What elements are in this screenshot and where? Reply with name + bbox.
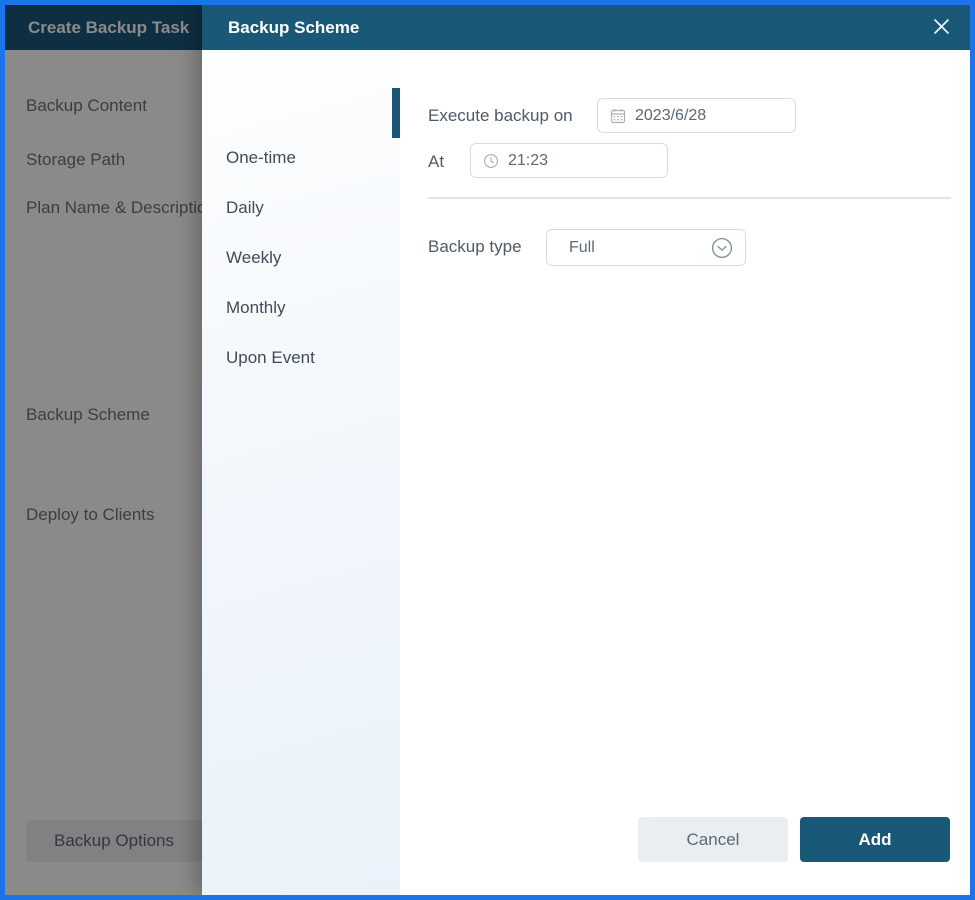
section-divider	[428, 197, 951, 199]
tab-weekly[interactable]: Weekly	[226, 245, 281, 271]
time-field[interactable]	[470, 143, 668, 178]
tab-daily[interactable]: Daily	[226, 195, 264, 221]
calendar-icon	[610, 108, 626, 124]
chevron-down-circle-icon	[711, 237, 733, 259]
create-backup-task-window: Create Backup Task Backup Content Storag…	[0, 0, 975, 900]
backup-type-label: Backup type	[428, 237, 522, 256]
tab-monthly[interactable]: Monthly	[226, 295, 286, 321]
active-tab-indicator	[392, 88, 400, 138]
date-field[interactable]	[597, 98, 796, 133]
date-input[interactable]	[635, 106, 765, 125]
dialog-title: Backup Scheme	[228, 17, 360, 37]
tab-one-time[interactable]: One-time	[226, 145, 296, 171]
cancel-button[interactable]: Cancel	[638, 817, 788, 862]
close-button[interactable]	[926, 13, 956, 43]
tab-upon-event[interactable]: Upon Event	[226, 345, 315, 371]
scheme-form: Execute backup on At	[400, 50, 970, 895]
clock-icon	[483, 153, 499, 169]
backup-type-value: Full	[569, 238, 595, 256]
time-input[interactable]	[508, 151, 638, 170]
backup-scheme-dialog: Backup Scheme One-time Daily Weekly Mont…	[202, 5, 970, 895]
execute-backup-on-label: Execute backup on	[428, 106, 573, 125]
scheme-tab-nav: One-time Daily Weekly Monthly Upon Event	[202, 50, 400, 895]
add-button[interactable]: Add	[800, 817, 950, 862]
dialog-titlebar: Backup Scheme	[202, 5, 970, 50]
backup-type-select[interactable]: Full	[546, 229, 746, 266]
close-icon	[933, 18, 950, 38]
at-label: At	[428, 152, 445, 171]
